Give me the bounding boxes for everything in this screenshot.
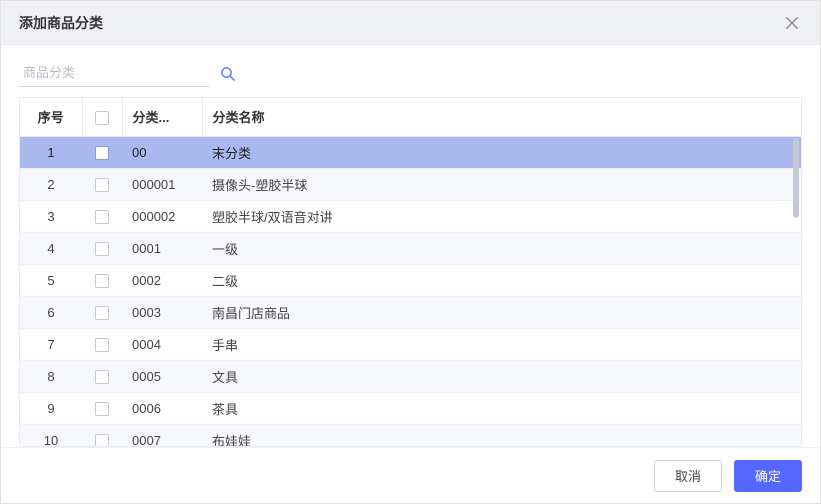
row-index: 8 bbox=[20, 360, 82, 392]
modal-title: 添加商品分类 bbox=[19, 13, 103, 33]
row-checkbox[interactable] bbox=[95, 338, 109, 352]
row-checkbox-cell bbox=[82, 168, 122, 200]
row-index: 5 bbox=[20, 264, 82, 296]
row-checkbox-cell bbox=[82, 360, 122, 392]
row-checkbox[interactable] bbox=[95, 146, 109, 160]
table-row[interactable]: 8 0005文具 bbox=[20, 360, 801, 392]
close-icon[interactable] bbox=[782, 13, 802, 33]
row-checkbox-cell bbox=[82, 392, 122, 424]
row-index: 3 bbox=[20, 200, 82, 232]
row-code: 0007 bbox=[122, 424, 202, 447]
table-row[interactable]: 6 0003南昌门店商品 bbox=[20, 296, 801, 328]
table-row[interactable]: 3 000002塑胶半球/双语音对讲 bbox=[20, 200, 801, 232]
row-index: 10 bbox=[20, 424, 82, 447]
row-name: 末分类 bbox=[202, 136, 801, 168]
table-row[interactable]: 5 0002二级 bbox=[20, 264, 801, 296]
row-checkbox[interactable] bbox=[95, 210, 109, 224]
row-index: 9 bbox=[20, 392, 82, 424]
table-row[interactable]: 4 0001一级 bbox=[20, 232, 801, 264]
row-code: 0004 bbox=[122, 328, 202, 360]
row-name: 布娃娃 bbox=[202, 424, 801, 447]
row-checkbox-cell bbox=[82, 232, 122, 264]
row-checkbox-cell bbox=[82, 328, 122, 360]
search-icon[interactable] bbox=[215, 61, 239, 85]
table-row[interactable]: 9 0006茶具 bbox=[20, 392, 801, 424]
select-all-checkbox[interactable] bbox=[95, 111, 109, 125]
table-row[interactable]: 10 0007布娃娃 bbox=[20, 424, 801, 447]
modal-header: 添加商品分类 bbox=[1, 1, 820, 45]
row-name: 南昌门店商品 bbox=[202, 296, 801, 328]
row-index: 2 bbox=[20, 168, 82, 200]
row-name: 手串 bbox=[202, 328, 801, 360]
add-category-modal: 添加商品分类 序号 分类... 分类名称 bbox=[0, 0, 821, 504]
cancel-button[interactable]: 取消 bbox=[654, 460, 722, 492]
row-code: 0005 bbox=[122, 360, 202, 392]
row-checkbox[interactable] bbox=[95, 274, 109, 288]
table-row[interactable]: 7 0004手串 bbox=[20, 328, 801, 360]
row-checkbox-cell bbox=[82, 136, 122, 168]
table-body: 1 00末分类 2 000001摄像头-塑胶半球 3 000002塑胶半球/双语音对讲 4 0… bbox=[20, 136, 801, 447]
row-checkbox-cell bbox=[82, 264, 122, 296]
row-code: 000002 bbox=[122, 200, 202, 232]
row-checkbox[interactable] bbox=[95, 402, 109, 416]
category-table: 序号 分类... 分类名称 1 00末分类 2 000001摄像头-塑胶半球 3 0000… bbox=[19, 97, 802, 447]
scrollbar-thumb[interactable] bbox=[793, 138, 799, 218]
row-checkbox-cell bbox=[82, 296, 122, 328]
row-index: 6 bbox=[20, 296, 82, 328]
row-name: 二级 bbox=[202, 264, 801, 296]
row-checkbox-cell bbox=[82, 200, 122, 232]
row-name: 文具 bbox=[202, 360, 801, 392]
th-select-all[interactable] bbox=[82, 98, 122, 136]
th-index[interactable]: 序号 bbox=[20, 98, 82, 136]
row-checkbox-cell bbox=[82, 424, 122, 447]
row-checkbox[interactable] bbox=[95, 178, 109, 192]
table-header: 序号 分类... 分类名称 bbox=[20, 98, 801, 136]
row-code: 000001 bbox=[122, 168, 202, 200]
row-checkbox[interactable] bbox=[95, 434, 109, 447]
row-checkbox[interactable] bbox=[95, 370, 109, 384]
row-name: 一级 bbox=[202, 232, 801, 264]
th-name[interactable]: 分类名称 bbox=[202, 98, 801, 136]
modal-body: 序号 分类... 分类名称 1 00末分类 2 000001摄像头-塑胶半球 3 0000… bbox=[1, 45, 820, 447]
row-name: 摄像头-塑胶半球 bbox=[202, 168, 801, 200]
table-row[interactable]: 2 000001摄像头-塑胶半球 bbox=[20, 168, 801, 200]
row-code: 0006 bbox=[122, 392, 202, 424]
search-input[interactable] bbox=[19, 59, 209, 87]
confirm-button[interactable]: 确定 bbox=[734, 460, 802, 492]
row-code: 0002 bbox=[122, 264, 202, 296]
search-row bbox=[19, 59, 802, 87]
row-checkbox[interactable] bbox=[95, 306, 109, 320]
modal-footer: 取消 确定 bbox=[1, 447, 820, 503]
row-index: 4 bbox=[20, 232, 82, 264]
row-checkbox[interactable] bbox=[95, 242, 109, 256]
table-row[interactable]: 1 00末分类 bbox=[20, 136, 801, 168]
row-code: 0001 bbox=[122, 232, 202, 264]
row-name: 塑胶半球/双语音对讲 bbox=[202, 200, 801, 232]
row-index: 7 bbox=[20, 328, 82, 360]
row-index: 1 bbox=[20, 136, 82, 168]
th-code[interactable]: 分类... bbox=[122, 98, 202, 136]
row-code: 00 bbox=[122, 136, 202, 168]
row-code: 0003 bbox=[122, 296, 202, 328]
row-name: 茶具 bbox=[202, 392, 801, 424]
